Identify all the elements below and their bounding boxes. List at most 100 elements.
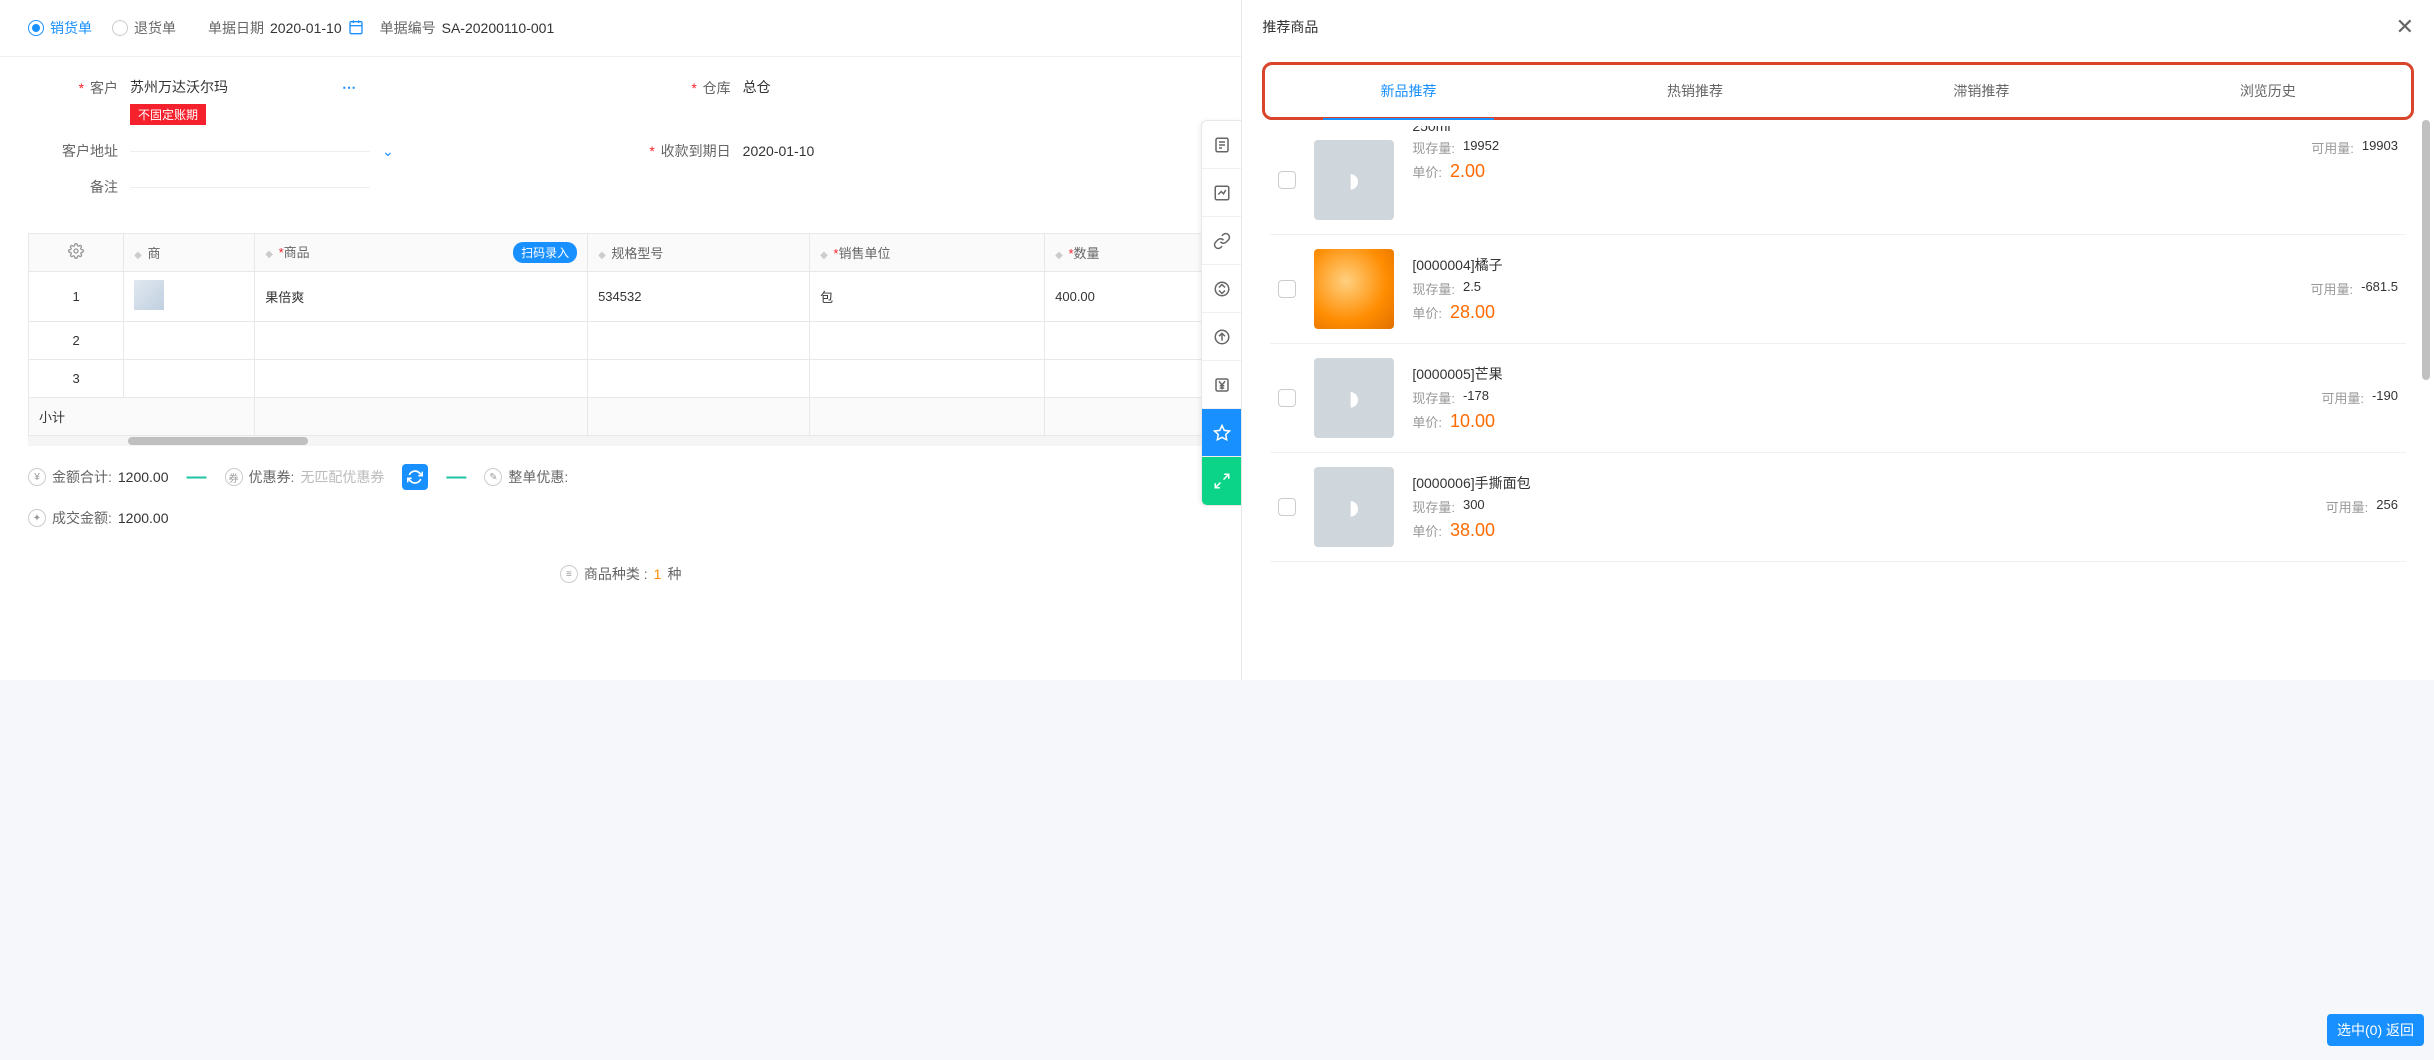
total-amount: ¥ 金额合计: 1200.00 [28, 467, 169, 487]
product-checkbox[interactable] [1278, 389, 1296, 407]
tab-history[interactable]: 浏览历史 [2125, 65, 2411, 117]
date-value[interactable]: 2020-01-10 [270, 20, 342, 36]
customer-value: 苏州万达沃尔玛 [130, 77, 330, 98]
table-row[interactable]: 3 [29, 360, 1213, 398]
scan-button[interactable]: 扫码录入 [513, 242, 577, 263]
cell-qty[interactable] [1045, 360, 1213, 398]
address-value[interactable] [130, 151, 370, 152]
cell-product[interactable] [255, 322, 588, 360]
stock-value: 2.5 [1463, 279, 1481, 298]
paydate-value: 2020-01-10 [743, 143, 943, 160]
product-image [1314, 249, 1394, 329]
avail-label: 可用量: [2326, 497, 2369, 516]
product-checkbox[interactable] [1278, 171, 1296, 189]
remark-label: 备注 [28, 177, 118, 197]
product-checkbox[interactable] [1278, 280, 1296, 298]
form-section: * 客户 苏州万达沃尔玛 ⋯ 不固定账期 * 仓库 总仓 客户地址 ⌄ [0, 57, 1241, 223]
paydate-label: 收款到期日 [661, 143, 731, 159]
price-value: 10.00 [1450, 411, 1495, 432]
deal-value: 1200.00 [118, 510, 169, 526]
cell-unit[interactable] [810, 360, 1045, 398]
order-items-table: ◆ 商 ◆ *商品 扫码录入 ◆ 规格型号 ◆ *销售单位 ◆ *数量 1 果倍… [0, 233, 1241, 446]
doc-number: 单据编号 SA-20200110-001 [380, 18, 555, 38]
cell-qty[interactable] [1045, 322, 1213, 360]
tool-doc-icon[interactable] [1202, 121, 1241, 169]
docno-value: SA-20200110-001 [442, 20, 555, 36]
product-name: [0000005]芒果 [1412, 364, 2398, 384]
recommend-panel: 推荐商品 ✕ 新品推荐 热销推荐 滞销推荐 浏览历史 ◗ 250ml 现存量:1… [1241, 0, 2434, 680]
col-merchant[interactable]: ◆ 商 [124, 234, 255, 272]
tool-chart-icon[interactable] [1202, 169, 1241, 217]
minus-icon: — [446, 466, 466, 489]
col-spec[interactable]: ◆ 规格型号 [588, 234, 810, 272]
discount-field[interactable]: ✎ 整单优惠: [484, 467, 568, 487]
horizontal-scrollbar[interactable] [28, 436, 1213, 446]
close-icon[interactable]: ✕ [2396, 14, 2414, 40]
product-name: [0000004]橘子 [1412, 255, 2398, 275]
calendar-icon[interactable] [348, 19, 364, 38]
chevron-down-icon[interactable]: ⌄ [382, 143, 394, 160]
cell-spec[interactable] [588, 360, 810, 398]
warehouse-value: 总仓 [743, 77, 943, 98]
gear-icon[interactable] [29, 234, 124, 272]
coupon-input[interactable]: 无匹配优惠券 [300, 467, 384, 487]
kind-count: 1 [654, 566, 662, 582]
stock-label: 现存量: [1412, 388, 1455, 407]
cell-qty[interactable]: 400.00 [1045, 272, 1213, 322]
recommend-title: 推荐商品 [1262, 17, 1318, 37]
cell-unit[interactable] [810, 322, 1045, 360]
avail-value: -681.5 [2361, 279, 2398, 298]
cell-unit[interactable]: 包 [810, 272, 1045, 322]
stock-label: 现存量: [1412, 138, 1455, 157]
remark-value[interactable] [130, 187, 370, 188]
table-row[interactable]: 2 [29, 322, 1213, 360]
doc-date: 单据日期 2020-01-10 [208, 18, 364, 38]
cell-spec[interactable] [588, 322, 810, 360]
paydate-field[interactable]: * 收款到期日 2020-01-10 [641, 141, 1214, 161]
account-period-badge: 不固定账期 [130, 104, 206, 125]
tab-hot[interactable]: 热销推荐 [1552, 65, 1838, 117]
product-card[interactable]: ◗ 250ml 现存量:19952 可用量:19903 单价:2.00 [1270, 126, 2406, 235]
price-label: 单价: [1412, 303, 1442, 322]
radio-return[interactable]: 退货单 [112, 18, 176, 38]
tool-link-icon[interactable] [1202, 217, 1241, 265]
select-return-button[interactable]: 选中(0) 返回 [2327, 1014, 2424, 1046]
product-list[interactable]: ◗ 250ml 现存量:19952 可用量:19903 单价:2.00 [000… [1242, 126, 2434, 680]
col-product[interactable]: ◆ *商品 扫码录入 [255, 234, 588, 272]
radio-sales[interactable]: 销货单 [28, 18, 92, 38]
tab-new[interactable]: 新品推荐 [1265, 65, 1551, 117]
product-kind-footer: ≡ 商品种类 : 1 种 [0, 546, 1241, 602]
product-card[interactable]: ◗ [0000006]手撕面包 现存量:300 可用量:256 单价:38.00 [1270, 453, 2406, 562]
radio-return-label: 退货单 [134, 18, 176, 38]
refresh-icon[interactable] [402, 464, 428, 490]
col-qty[interactable]: ◆ *数量 [1045, 234, 1213, 272]
sales-order-form: 销货单 退货单 单据日期 2020-01-10 单据编号 SA-20200110… [0, 0, 1241, 680]
col-unit[interactable]: ◆ *销售单位 [810, 234, 1045, 272]
coupon-field[interactable]: 券 优惠券: 无匹配优惠券 [225, 467, 385, 487]
tool-expand-icon[interactable] [1202, 457, 1241, 505]
tool-receive-icon[interactable] [1202, 313, 1241, 361]
stock-label: 现存量: [1412, 497, 1455, 516]
price-label: 单价: [1412, 162, 1442, 181]
product-card[interactable]: ◗ [0000005]芒果 现存量:-178 可用量:-190 单价:10.00 [1270, 344, 2406, 453]
product-checkbox[interactable] [1278, 498, 1296, 516]
tab-slow[interactable]: 滞销推荐 [1838, 65, 2124, 117]
cell-product[interactable] [255, 360, 588, 398]
remark-field[interactable]: 备注 [28, 177, 1213, 197]
address-field[interactable]: 客户地址 ⌄ [28, 141, 601, 161]
subtotal-row: 小计 [29, 398, 1213, 436]
cell-spec[interactable]: 534532 [588, 272, 810, 322]
cell-product[interactable]: 果倍爽 [255, 272, 588, 322]
tool-yen-icon[interactable] [1202, 361, 1241, 409]
avail-value: 19903 [2362, 138, 2398, 157]
doc-type-radios: 销货单 退货单 [12, 8, 192, 48]
tool-star-icon[interactable] [1202, 409, 1241, 457]
product-card[interactable]: [0000004]橘子 现存量:2.5 可用量:-681.5 单价:28.00 [1270, 235, 2406, 344]
customer-field[interactable]: * 客户 苏州万达沃尔玛 ⋯ [28, 77, 601, 98]
vertical-scrollbar[interactable] [2422, 120, 2430, 380]
table-row[interactable]: 1 果倍爽 534532 包 400.00 [29, 272, 1213, 322]
warehouse-field[interactable]: * 仓库 总仓 [641, 77, 1214, 98]
product-image: ◗ [1314, 358, 1394, 438]
more-icon[interactable]: ⋯ [342, 79, 356, 96]
tool-swap-icon[interactable] [1202, 265, 1241, 313]
